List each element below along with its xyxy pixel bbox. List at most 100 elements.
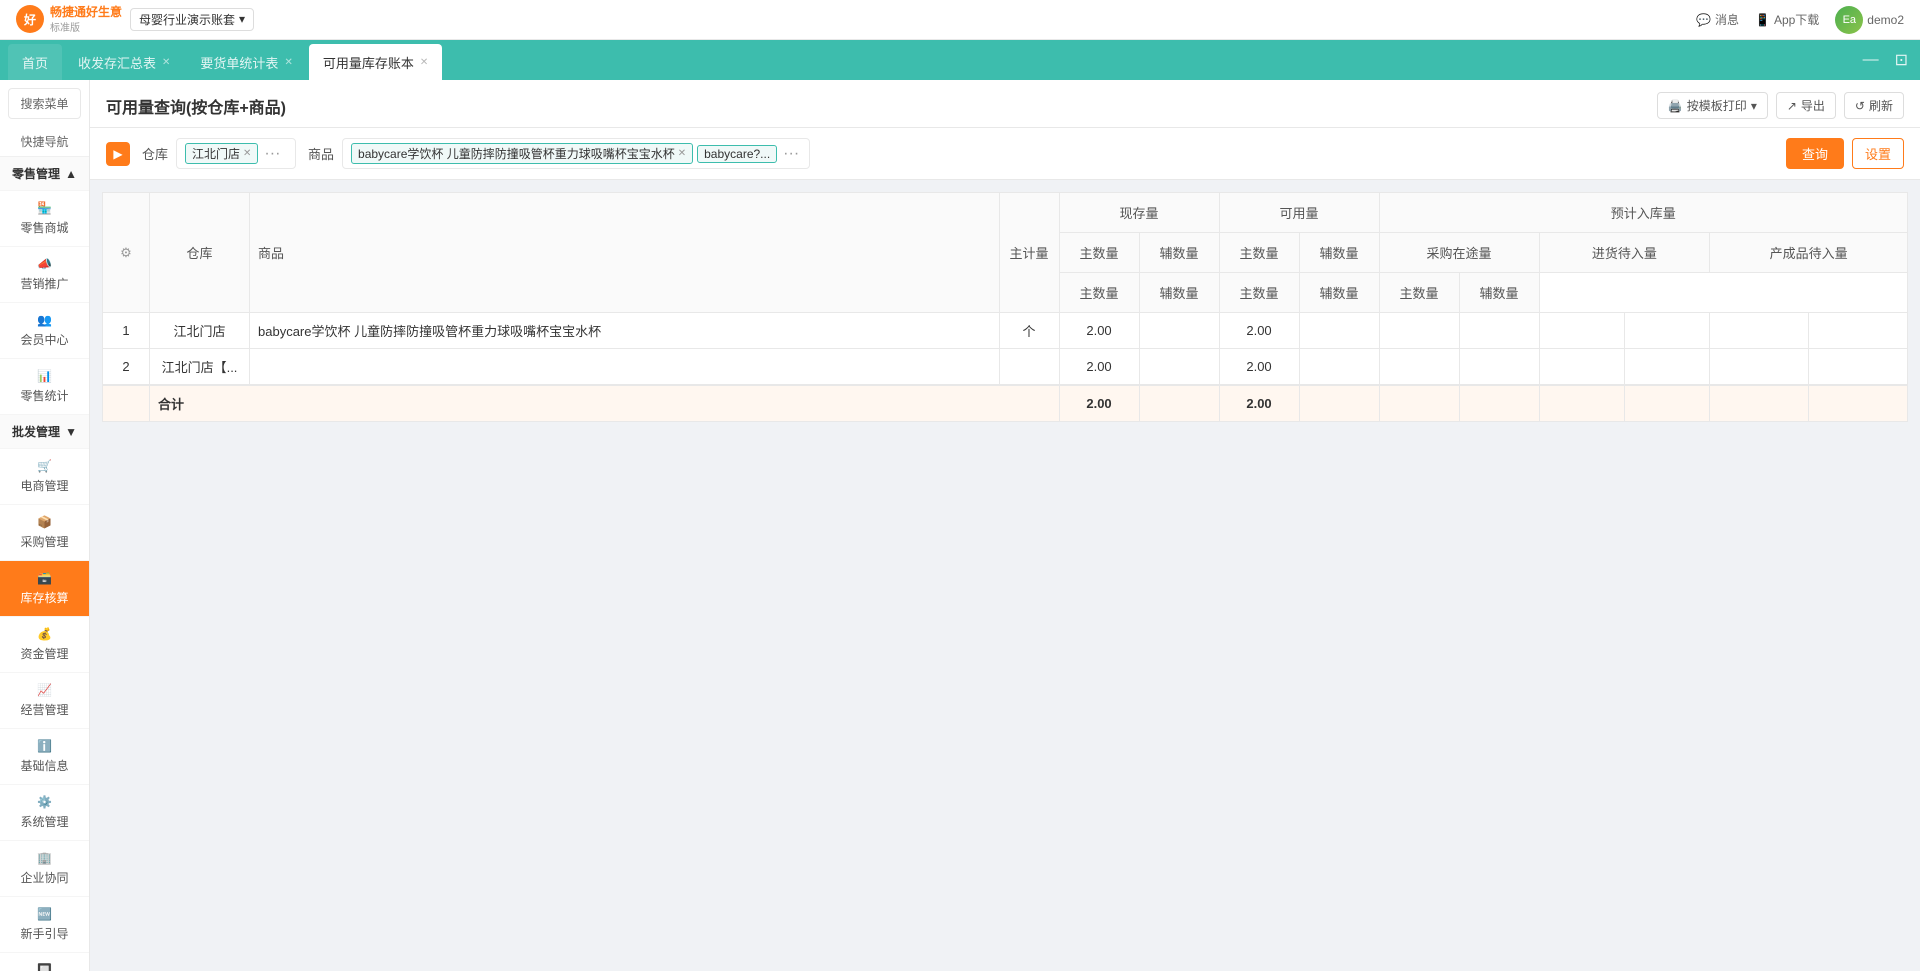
user-menu-button[interactable]: Ea demo2	[1835, 6, 1904, 34]
col-header-available-main: 主数量	[1219, 233, 1299, 273]
basic-info-icon: ℹ️	[37, 739, 52, 753]
sidebar-item-finance[interactable]: 💰 资金管理	[0, 617, 89, 673]
sidebar-item-enterprise[interactable]: 🏢 企业协同	[0, 841, 89, 897]
sidebar-item-inventory-label: 库存核算	[20, 589, 68, 606]
sidebar-item-wholesale-mgmt[interactable]: 批发管理 ▼	[0, 415, 89, 449]
row-goods	[250, 349, 1000, 386]
marketing-icon: 📣	[37, 257, 52, 271]
table-settings-gear[interactable]: ⚙	[111, 238, 141, 268]
tab-receipts[interactable]: 收发存汇总表 ✕	[64, 44, 184, 80]
warehouse-tag-remove[interactable]: ✕	[243, 148, 251, 159]
sidebar-item-basic-info[interactable]: ℹ️ 基础信息	[0, 729, 89, 785]
goods-filter-input[interactable]: babycare学饮杯 儿童防摔防撞吸管杯重力球吸嘴杯宝宝水杯 ✕ babyca…	[342, 138, 810, 169]
nav-maximize-button[interactable]: ⊡	[1891, 50, 1912, 70]
page-title: 可用量查询(按仓库+商品)	[106, 94, 286, 118]
search-menu-button[interactable]: 搜索菜单	[8, 88, 81, 119]
row-import-aux	[1624, 349, 1709, 386]
row-index: 1	[103, 313, 150, 349]
row-unit: 个	[999, 313, 1059, 349]
page-header: 可用量查询(按仓库+商品) 🖨️ 按模板打印 ▾ ↗ 导出 ↺ 刷新	[90, 80, 1920, 128]
tab-inventory[interactable]: 可用量库存账本 ✕	[309, 44, 442, 80]
message-button[interactable]: 💬 消息	[1696, 11, 1739, 28]
query-button[interactable]: 查询	[1786, 138, 1844, 169]
refresh-button[interactable]: ↺ 刷新	[1844, 92, 1904, 119]
goods-more-button[interactable]: ···	[781, 145, 801, 163]
top-bar: 好 畅捷通好生意 标准版 母婴行业演示账套 ▾ 💬 消息 📱 App下载 Ea …	[0, 0, 1920, 40]
message-icon: 💬	[1696, 13, 1711, 27]
table-row: 1 江北门店 babycare学饮杯 儿童防摔防撞吸管杯重力球吸嘴杯宝宝水杯 个…	[103, 313, 1908, 349]
export-button[interactable]: ↗ 导出	[1776, 92, 1836, 119]
nav-minimize-button[interactable]: —	[1859, 51, 1883, 69]
tab-orders[interactable]: 要货单统计表 ✕	[186, 44, 306, 80]
system-icon: ⚙️	[37, 795, 52, 809]
sidebar-item-basic-info-label: 基础信息	[20, 757, 68, 774]
industry-selector[interactable]: 母婴行业演示账套 ▾	[130, 8, 254, 31]
guide-icon: 🆕	[37, 907, 52, 921]
logo-area: 好 畅捷通好生意 标准版	[16, 5, 122, 34]
sidebar-item-inventory-check[interactable]: 🗃️ 库存核算	[0, 561, 89, 617]
sidebar-item-retail-mall[interactable]: 🏪 零售商城	[0, 191, 89, 247]
sidebar-item-retail-stats[interactable]: 📊 零售统计	[0, 359, 89, 415]
warehouse-filter-group: 仓库 江北门店 ✕ ···	[142, 138, 296, 169]
print-icon: 🖨️	[1668, 99, 1683, 113]
footer-purchase-main	[1379, 385, 1459, 422]
row-available-main: 2.00	[1219, 349, 1299, 386]
sidebar-item-app-center[interactable]: 🔲 应用中心	[0, 953, 89, 971]
filter-expand-button[interactable]: ▶	[106, 142, 130, 166]
goods-filter-tag-2: babycare?...	[697, 145, 777, 163]
print-template-button[interactable]: 🖨️ 按模板打印 ▾	[1657, 92, 1768, 119]
sidebar-quick-nav[interactable]: 快捷导航	[0, 127, 89, 157]
sidebar-item-system-label: 系统管理	[20, 813, 68, 830]
warehouse-filter-input[interactable]: 江北门店 ✕ ···	[176, 138, 296, 169]
chevron-down-icon: ▾	[239, 12, 245, 26]
ecommerce-icon: 🛒	[37, 459, 52, 473]
table-footer-row: 合计 2.00 2.00	[103, 385, 1908, 422]
footer-stock-aux	[1139, 385, 1219, 422]
sidebar-item-operations-label: 经营管理	[20, 701, 68, 718]
sidebar-item-operations[interactable]: 📈 经营管理	[0, 673, 89, 729]
tab-home[interactable]: 首页	[8, 44, 62, 80]
filter-bar: ▶ 仓库 江北门店 ✕ ··· 商品 babycare学饮杯 儿童防摔防撞吸管杯…	[90, 128, 1920, 180]
sidebar-item-member-label: 会员中心	[20, 331, 68, 348]
tab-orders-close[interactable]: ✕	[284, 57, 292, 68]
table-wrapper: ⚙ 仓库 商品 主计量 现存量	[90, 180, 1920, 971]
row-import-main	[1539, 313, 1624, 349]
row-warehouse: 江北门店【...	[150, 349, 250, 386]
footer-product-main	[1710, 385, 1809, 422]
goods-tag-1-remove[interactable]: ✕	[678, 148, 686, 159]
sidebar-item-retail-mgmt-label: 零售管理	[12, 165, 60, 182]
finance-icon: 💰	[37, 627, 52, 641]
footer-available-main: 2.00	[1219, 385, 1299, 422]
row-import-main	[1539, 349, 1624, 386]
sidebar: 搜索菜单 快捷导航 零售管理 ▲ 🏪 零售商城 📣 营销推广 👥 会员中心 📊 …	[0, 80, 90, 971]
warehouse-more-button[interactable]: ···	[262, 145, 282, 163]
row-unit	[999, 349, 1059, 386]
row-import-aux	[1624, 313, 1709, 349]
sidebar-item-purchase[interactable]: 📦 采购管理	[0, 505, 89, 561]
app-download-label: App下载	[1774, 11, 1819, 28]
app-center-icon: 🔲	[37, 963, 52, 971]
sidebar-item-retail-mall-label: 零售商城	[20, 219, 68, 236]
sidebar-item-retail-mgmt[interactable]: 零售管理 ▲	[0, 157, 89, 191]
col-header-settings[interactable]: ⚙	[103, 193, 150, 313]
settings-button[interactable]: 设置	[1852, 138, 1904, 169]
goods-filter-label: 商品	[308, 144, 334, 163]
col-header-unit: 主计量	[999, 193, 1059, 313]
sidebar-item-ecommerce[interactable]: 🛒 电商管理	[0, 449, 89, 505]
col-header-purchase-aux: 辅数量	[1139, 273, 1219, 313]
tab-inventory-close[interactable]: ✕	[420, 57, 428, 68]
logo-sub: 标准版	[50, 19, 122, 34]
sidebar-item-marketing[interactable]: 📣 营销推广	[0, 247, 89, 303]
app-download-button[interactable]: 📱 App下载	[1755, 11, 1819, 28]
row-available-aux	[1299, 349, 1379, 386]
sidebar-item-system-mgmt[interactable]: ⚙️ 系统管理	[0, 785, 89, 841]
user-name: demo2	[1867, 13, 1904, 27]
tab-receipts-close[interactable]: ✕	[162, 57, 170, 68]
row-available-main: 2.00	[1219, 313, 1299, 349]
refresh-icon: ↺	[1855, 99, 1865, 113]
sidebar-item-new-guide[interactable]: 🆕 新手引导	[0, 897, 89, 953]
sidebar-item-member[interactable]: 👥 会员中心	[0, 303, 89, 359]
col-header-purchase-main: 主数量	[1059, 273, 1139, 313]
row-stock-main: 2.00	[1059, 349, 1139, 386]
sidebar-item-retail-stats-label: 零售统计	[20, 387, 68, 404]
